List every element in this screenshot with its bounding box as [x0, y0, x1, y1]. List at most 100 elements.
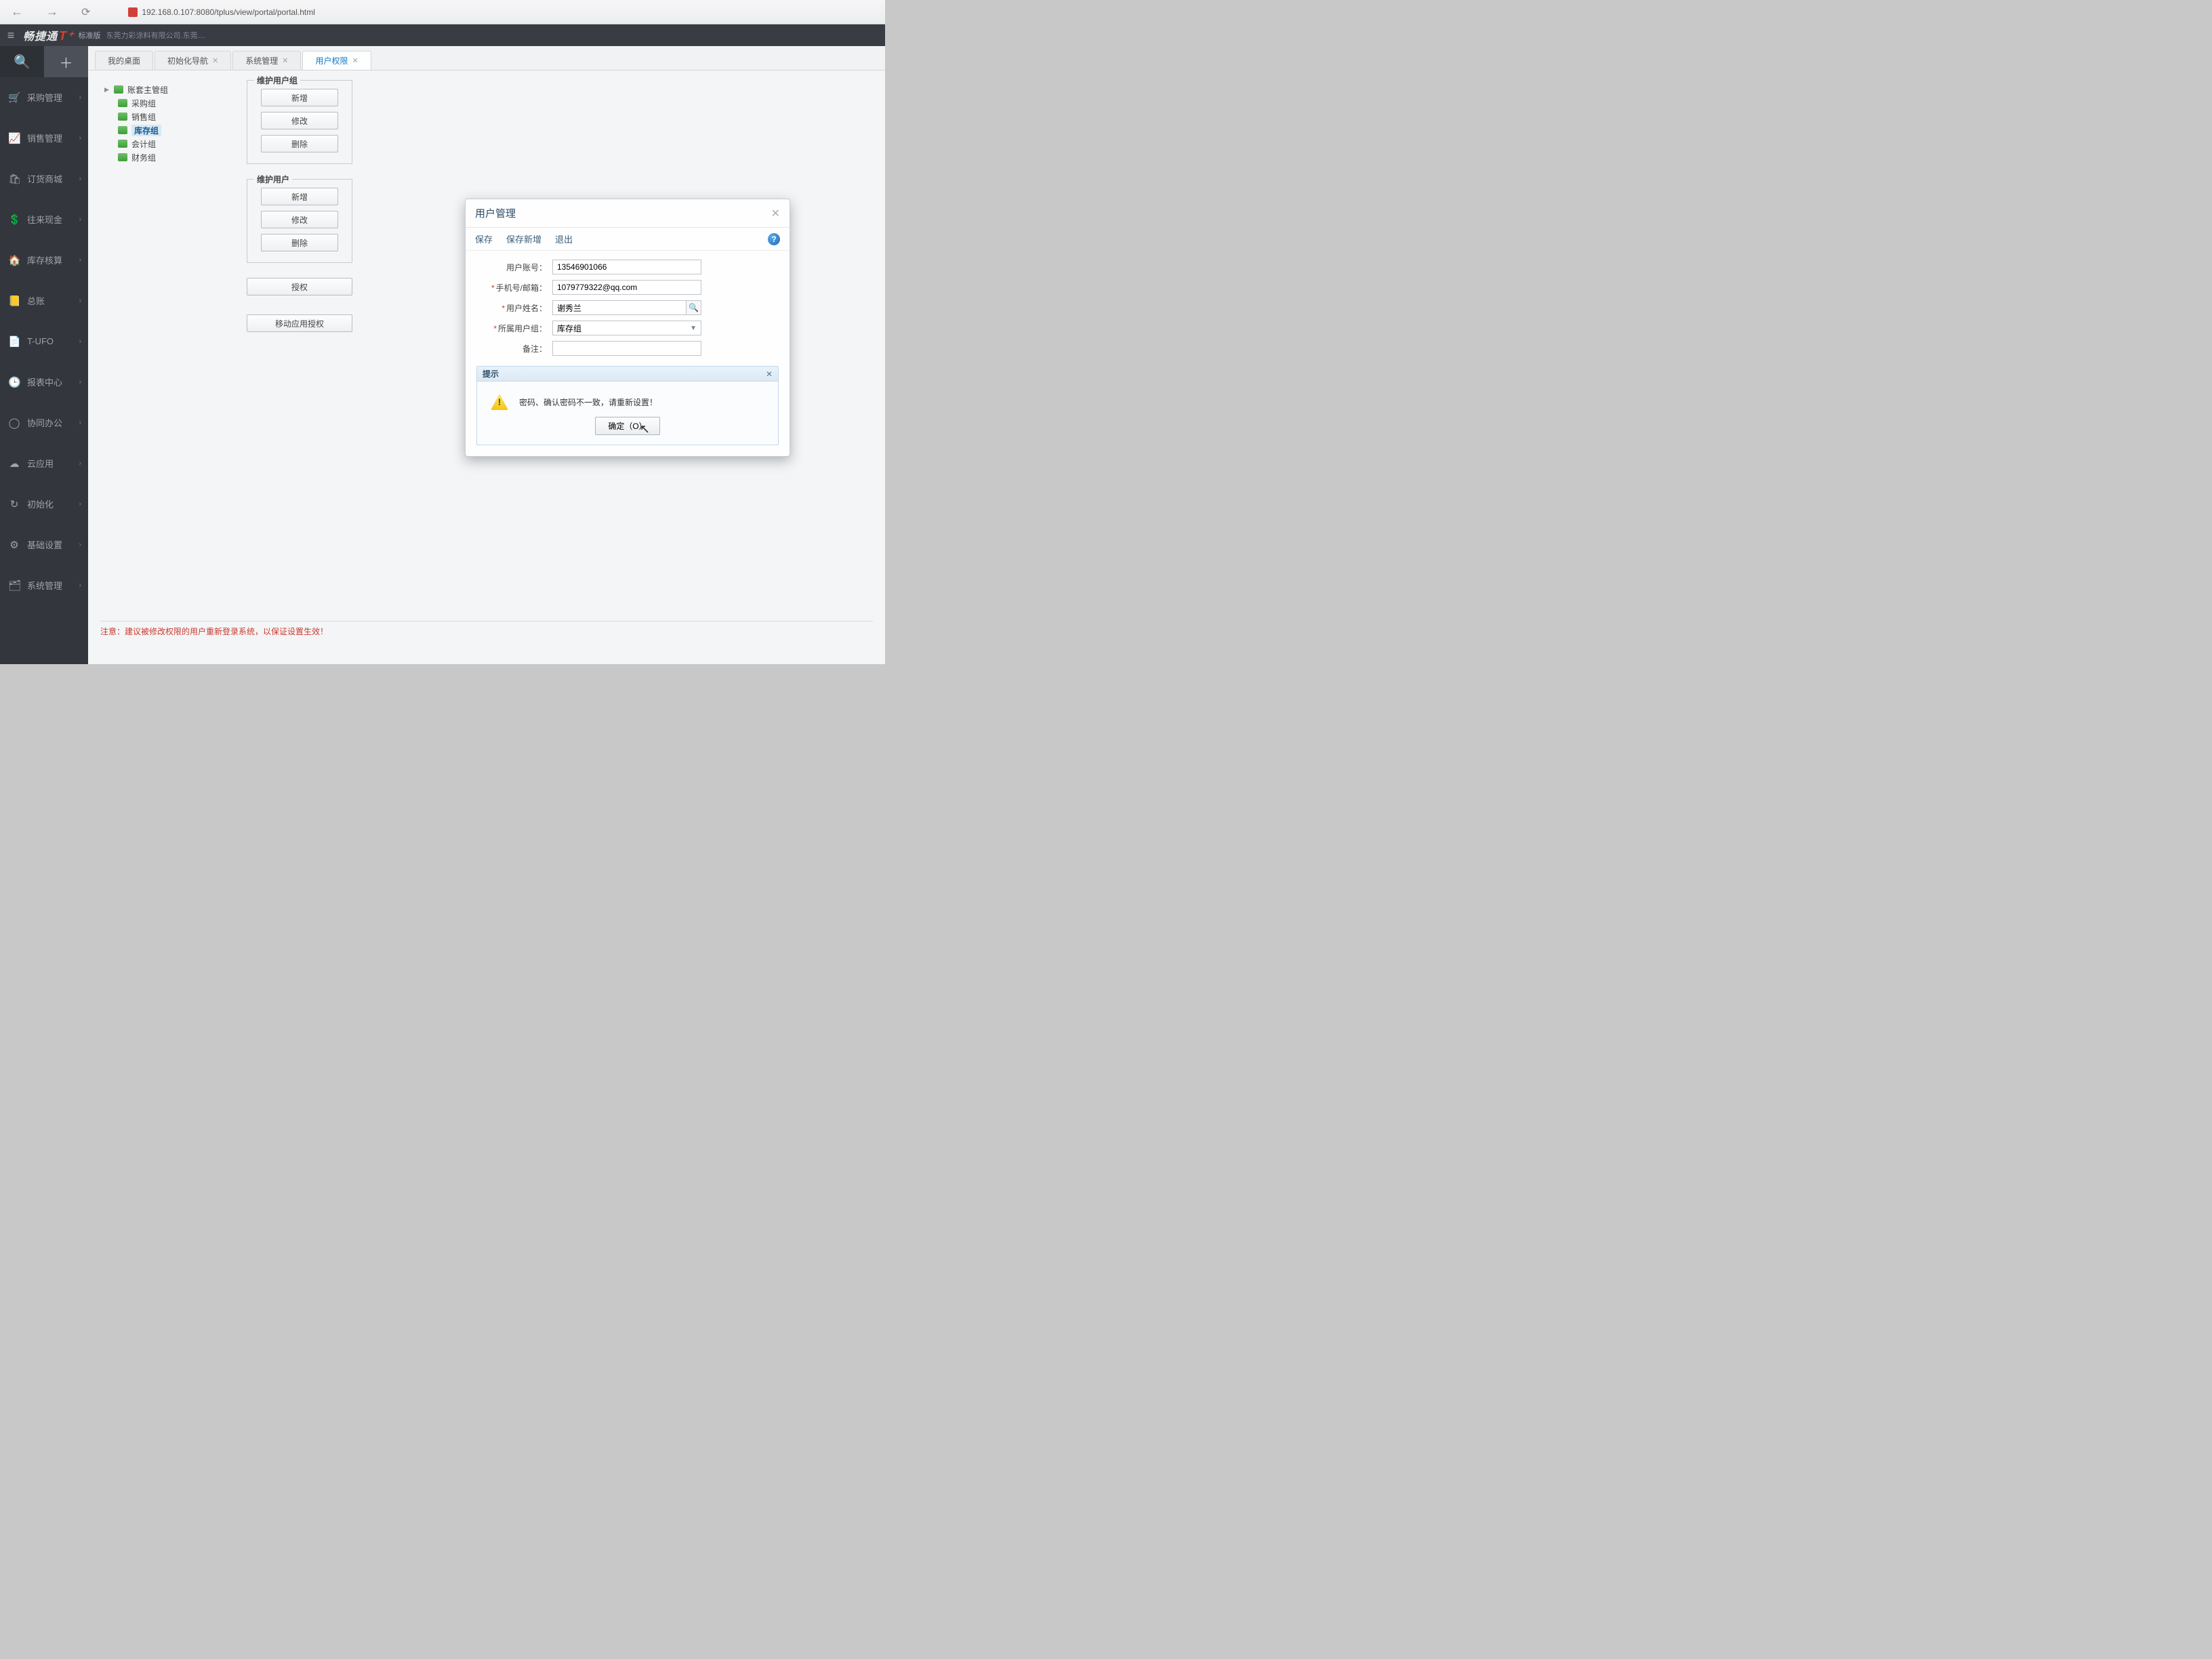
group-delete-button[interactable]: 删除 [261, 135, 338, 152]
tree-item-3[interactable]: 会计组 [100, 137, 229, 150]
tab-close-icon[interactable]: ✕ [212, 56, 218, 65]
remark-input[interactable] [552, 341, 701, 356]
tab-close-icon[interactable]: ✕ [352, 56, 359, 65]
sidebar-item-icon: ◯ [8, 417, 20, 429]
dialog-save-new-button[interactable]: 保存新增 [506, 232, 541, 245]
phone-label: *手机号/邮箱： [478, 282, 552, 293]
brand-logo: 畅捷通T⁺ [23, 27, 75, 43]
sidebar-item-7[interactable]: 🕒报表中心› [0, 362, 88, 403]
chevron-right-icon: › [79, 94, 81, 102]
chevron-right-icon: › [79, 581, 81, 590]
dialog-title: 用户管理 [475, 206, 516, 220]
sidebar-item-5[interactable]: 📒总账› [0, 281, 88, 321]
sidebar-item-icon: 📈 [8, 132, 20, 144]
group-add-button[interactable]: 新增 [261, 89, 338, 106]
user-delete-button[interactable]: 删除 [261, 234, 338, 251]
chevron-right-icon: › [79, 134, 81, 142]
maintain-user-legend: 维护用户 [254, 173, 292, 185]
tree-root-label: 账套主管组 [127, 84, 168, 96]
tree-root[interactable]: ▶ 账套主管组 [100, 83, 229, 96]
sidebar-item-icon: 💲 [8, 213, 20, 226]
sidebar-item-label: 云应用 [27, 457, 54, 470]
dialog-exit-button[interactable]: 退出 [555, 232, 573, 245]
tree-item-label: 财务组 [131, 152, 156, 163]
group-icon [118, 99, 127, 107]
address-bar[interactable]: 192.168.0.107:8080/tplus/view/portal/por… [128, 7, 315, 17]
company-label: 东莞力彩涂料有限公司.东莞… [106, 30, 205, 41]
sidebar-add-button[interactable]: ＋ [44, 46, 88, 77]
tab-bar: 我的桌面初始化导航✕系统管理✕用户权限✕ [88, 46, 885, 70]
chevron-right-icon: › [79, 541, 81, 549]
tab-label: 初始化导航 [167, 55, 208, 66]
tree-item-4[interactable]: 财务组 [100, 150, 229, 164]
tab-label: 系统管理 [245, 55, 278, 66]
user-add-button[interactable]: 新增 [261, 188, 338, 205]
alert-ok-button[interactable]: 确定（O） [595, 417, 659, 435]
account-input[interactable] [552, 260, 701, 274]
sidebar-search-button[interactable]: 🔍 [0, 46, 44, 77]
sidebar-item-12[interactable]: 🗂 系统管理 › [0, 565, 88, 606]
sidebar-item-0[interactable]: 🛒采购管理› [0, 77, 88, 118]
group-icon [114, 85, 123, 94]
sidebar-item-label: 销售管理 [27, 131, 62, 144]
chevron-right-icon: › [79, 500, 81, 508]
tab-close-icon[interactable]: ✕ [282, 56, 288, 65]
help-icon[interactable]: ? [768, 233, 780, 245]
name-search-icon[interactable]: 🔍 [687, 300, 701, 315]
tree-item-label: 采购组 [131, 98, 156, 109]
name-label: *用户姓名： [478, 302, 552, 314]
sidebar-item-icon: 📄 [8, 335, 20, 348]
chevron-right-icon: › [79, 256, 81, 264]
sidebar-item-label: 系统管理 [27, 579, 62, 592]
sidebar-item-icon: 🗂 [8, 579, 20, 592]
alert-close-icon[interactable]: ✕ [766, 369, 773, 379]
sidebar-item-label: 库存核算 [27, 253, 62, 266]
sidebar-item-9[interactable]: ☁云应用› [0, 443, 88, 484]
group-icon [118, 140, 127, 148]
user-management-dialog: 用户管理 ✕ 保存 保存新增 退出 ? 用户账号： *手机号/邮箱： *用户姓名… [465, 199, 790, 457]
chevron-down-icon: ▼ [690, 325, 697, 332]
tree-item-0[interactable]: 采购组 [100, 96, 229, 110]
alert-message: 密码、确认密码不一致，请重新设置！ [519, 396, 657, 408]
group-icon [118, 112, 127, 121]
user-edit-button[interactable]: 修改 [261, 211, 338, 228]
sidebar-item-2[interactable]: 🛍订货商城› [0, 159, 88, 199]
sidebar-item-3[interactable]: 💲往来现金› [0, 199, 88, 240]
tab-label: 我的桌面 [108, 55, 140, 66]
group-edit-button[interactable]: 修改 [261, 112, 338, 129]
tab-0[interactable]: 我的桌面 [95, 51, 153, 70]
chevron-right-icon: › [79, 378, 81, 386]
sidebar-item-label: 基础设置 [27, 538, 62, 551]
sidebar-item-10[interactable]: ↻初始化› [0, 484, 88, 525]
group-select[interactable]: 库存组 ▼ [552, 321, 701, 335]
nav-back-icon[interactable]: ← [7, 5, 27, 19]
chevron-right-icon: › [79, 419, 81, 427]
authorize-button[interactable]: 授权 [247, 278, 352, 295]
dialog-save-button[interactable]: 保存 [475, 232, 493, 245]
phone-input[interactable] [552, 280, 701, 295]
tree-item-2[interactable]: 库存组 [100, 123, 229, 137]
chevron-right-icon: › [79, 216, 81, 224]
sidebar-item-6[interactable]: 📄T-UFO› [0, 321, 88, 362]
tab-2[interactable]: 系统管理 ✕ [232, 51, 301, 70]
tab-1[interactable]: 初始化导航 ✕ [155, 51, 231, 70]
tree-expand-icon[interactable]: ▶ [104, 86, 111, 94]
sidebar-item-8[interactable]: ◯协同办公› [0, 403, 88, 443]
tree-item-1[interactable]: 销售组 [100, 110, 229, 123]
group-tree: ▶ 账套主管组采购组销售组库存组会计组财务组 [100, 80, 229, 655]
menu-icon[interactable]: ≡ [0, 28, 22, 43]
sidebar-item-1[interactable]: 📈 销售管理 › [0, 118, 88, 159]
sidebar-item-11[interactable]: ⚙基础设置› [0, 525, 88, 565]
sidebar-item-label: 总账 [27, 294, 45, 307]
tab-3[interactable]: 用户权限✕ [302, 51, 371, 70]
sidebar-item-label: 订货商城 [27, 172, 62, 185]
name-input[interactable] [552, 300, 687, 315]
chevron-right-icon: › [79, 297, 81, 305]
dialog-close-icon[interactable]: ✕ [771, 207, 780, 220]
mobile-authorize-button[interactable]: 移动应用授权 [247, 314, 352, 332]
warning-icon [491, 394, 508, 410]
sidebar-item-label: 初始化 [27, 497, 54, 510]
nav-refresh-icon[interactable]: ⟳ [77, 5, 94, 19]
nav-forward-icon[interactable]: → [42, 5, 62, 19]
sidebar-item-4[interactable]: 🏠库存核算› [0, 240, 88, 281]
